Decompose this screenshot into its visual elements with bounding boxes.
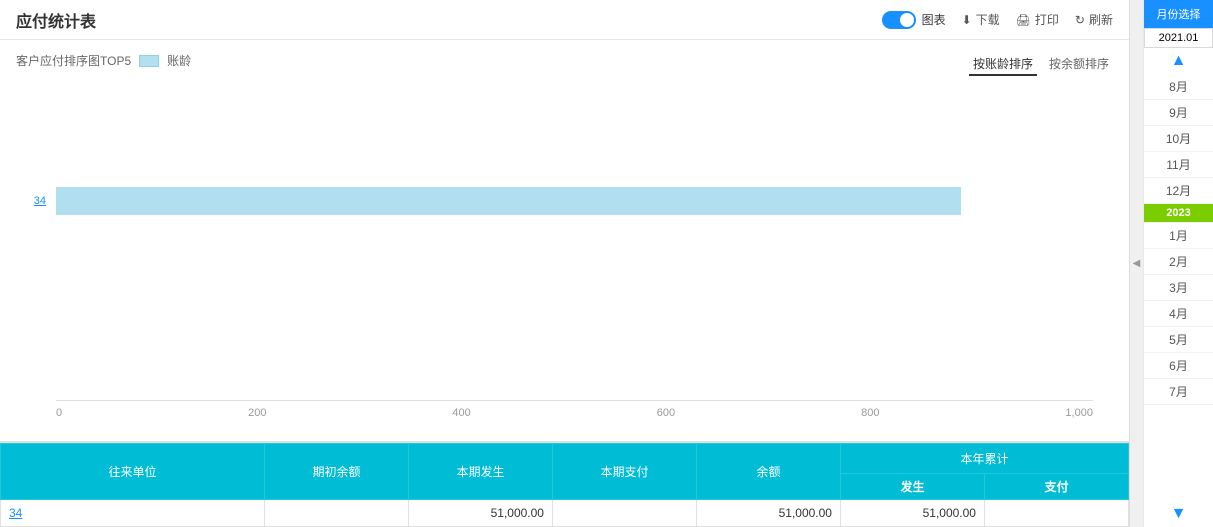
- cell-opening-0: [264, 500, 408, 527]
- sidebar-date-input[interactable]: [1144, 28, 1213, 48]
- cell-ytd-pay-0: [984, 500, 1128, 527]
- chart-toggle[interactable]: 图表: [882, 11, 946, 29]
- sidebar-month-item-feb[interactable]: 2月: [1144, 249, 1213, 275]
- sidebar-up-button[interactable]: ▲: [1144, 48, 1213, 74]
- download-label: 下载: [976, 11, 1000, 28]
- chart-section: 客户应付排序图TOP5 账龄 按账龄排序 按余额排序 34 856天: [0, 40, 1129, 441]
- x-label-2: 400: [452, 407, 470, 419]
- sidebar-month-item-oct[interactable]: 10月: [1144, 126, 1213, 152]
- chart-sort-buttons: 按账龄排序 按余额排序: [969, 53, 1113, 76]
- print-button[interactable]: 🖨 打印: [1016, 11, 1059, 28]
- data-table: 往来单位 期初余额 本期发生 本期支付 余额 本年累计 发生 支付 34: [0, 443, 1129, 527]
- page-header: 应付统计表 图表 ⬇ 下载 🖨 打印 ↻ 刷新: [0, 0, 1129, 40]
- sidebar-month-item-mar[interactable]: 3月: [1144, 275, 1213, 301]
- sidebar-month-item-year2023[interactable]: 2023: [1144, 204, 1213, 223]
- print-label: 打印: [1035, 11, 1059, 28]
- chart-legend: 客户应付排序图TOP5 账龄: [16, 52, 191, 69]
- sidebar: 月份选择 ▲ 8月9月10月11月12月20231月2月3月4月5月6月7月 ▼: [1143, 0, 1213, 527]
- bar-track-0: 856天: [56, 187, 1113, 215]
- sort-by-balance-button[interactable]: 按账龄排序: [969, 53, 1037, 76]
- table-section: 往来单位 期初余额 本期发生 本期支付 余额 本年累计 发生 支付 34: [0, 441, 1129, 527]
- sidebar-month-item-dec[interactable]: 12月: [1144, 178, 1213, 204]
- x-label-4: 800: [861, 407, 879, 419]
- cell-balance-0: 51,000.00: [696, 500, 840, 527]
- refresh-button[interactable]: ↻ 刷新: [1075, 11, 1113, 28]
- table-header-row: 往来单位 期初余额 本期发生 本期支付 余额 本年累计: [1, 444, 1129, 474]
- download-button[interactable]: ⬇ 下载: [962, 11, 1000, 28]
- toggle-thumb: [900, 13, 914, 27]
- chart-bars-container: 34 856天: [16, 111, 1113, 389]
- col-current-pay-header: 本期支付: [552, 444, 696, 500]
- chart-bar-row-0: 34 856天: [16, 171, 1113, 231]
- col-opening-header: 期初余额: [264, 444, 408, 500]
- toggle-label: 图表: [922, 11, 946, 28]
- print-icon: 🖨: [1016, 13, 1031, 27]
- col-ytd-pay-header: 支付: [984, 474, 1128, 500]
- refresh-icon: ↻: [1075, 13, 1085, 27]
- x-label-1: 200: [248, 407, 266, 419]
- sidebar-month-item-may[interactable]: 5月: [1144, 327, 1213, 353]
- header-actions: 图表 ⬇ 下载 🖨 打印 ↻ 刷新: [882, 11, 1113, 29]
- refresh-label: 刷新: [1089, 11, 1113, 28]
- x-axis-labels: 0 200 400 600 800 1,000: [56, 407, 1093, 419]
- chevron-down-icon: ▼: [1171, 505, 1187, 522]
- sidebar-collapse-divider[interactable]: ◀: [1129, 0, 1143, 527]
- col-unit-header: 往来单位: [1, 444, 265, 500]
- sidebar-month-item-jun[interactable]: 6月: [1144, 353, 1213, 379]
- sidebar-month-item-nov[interactable]: 11月: [1144, 152, 1213, 178]
- x-axis-line: [56, 400, 1093, 401]
- cell-current-pay-0: [552, 500, 696, 527]
- chart-legend-box-label: 账龄: [167, 52, 191, 69]
- cell-current-occur-0: 51,000.00: [408, 500, 552, 527]
- chevron-up-icon: ▲: [1171, 52, 1187, 69]
- x-label-5: 1,000: [1065, 407, 1093, 419]
- page-title: 应付统计表: [16, 8, 96, 32]
- bar-id-label-0[interactable]: 34: [16, 195, 46, 207]
- col-ytd-occur-header: 发生: [840, 474, 984, 500]
- sidebar-month-item-jul[interactable]: 7月: [1144, 379, 1213, 405]
- sidebar-month-item-apr[interactable]: 4月: [1144, 301, 1213, 327]
- col-ytd-header: 本年累计: [840, 444, 1128, 474]
- chart-legend-row: 客户应付排序图TOP5 账龄 按账龄排序 按余额排序: [16, 52, 1113, 77]
- table-row: 34 51,000.00 51,000.00 51,000.00: [1, 500, 1129, 527]
- cell-ytd-occur-0: 51,000.00: [840, 500, 984, 527]
- legend-box: [139, 55, 159, 67]
- col-balance-header: 余额: [696, 444, 840, 500]
- sidebar-month-item-aug[interactable]: 8月: [1144, 74, 1213, 100]
- cell-unit-0[interactable]: 34: [1, 500, 265, 527]
- x-label-0: 0: [56, 407, 62, 419]
- x-label-3: 600: [657, 407, 675, 419]
- col-current-occur-header: 本期发生: [408, 444, 552, 500]
- bar-chart: 34 856天 0 200 400 600 800 1,000: [16, 81, 1113, 429]
- chart-legend-title: 客户应付排序图TOP5: [16, 52, 131, 69]
- sidebar-month-item-sep[interactable]: 9月: [1144, 100, 1213, 126]
- sidebar-month-item-jan[interactable]: 1月: [1144, 223, 1213, 249]
- toggle-track[interactable]: [882, 11, 916, 29]
- bar-fill-0: [56, 187, 961, 215]
- sidebar-header: 月份选择: [1144, 0, 1213, 28]
- download-icon: ⬇: [962, 13, 972, 27]
- sort-by-amount-button[interactable]: 按余额排序: [1045, 53, 1113, 76]
- sidebar-down-button[interactable]: ▼: [1144, 501, 1213, 527]
- sidebar-month-list: 8月9月10月11月12月20231月2月3月4月5月6月7月: [1144, 74, 1213, 501]
